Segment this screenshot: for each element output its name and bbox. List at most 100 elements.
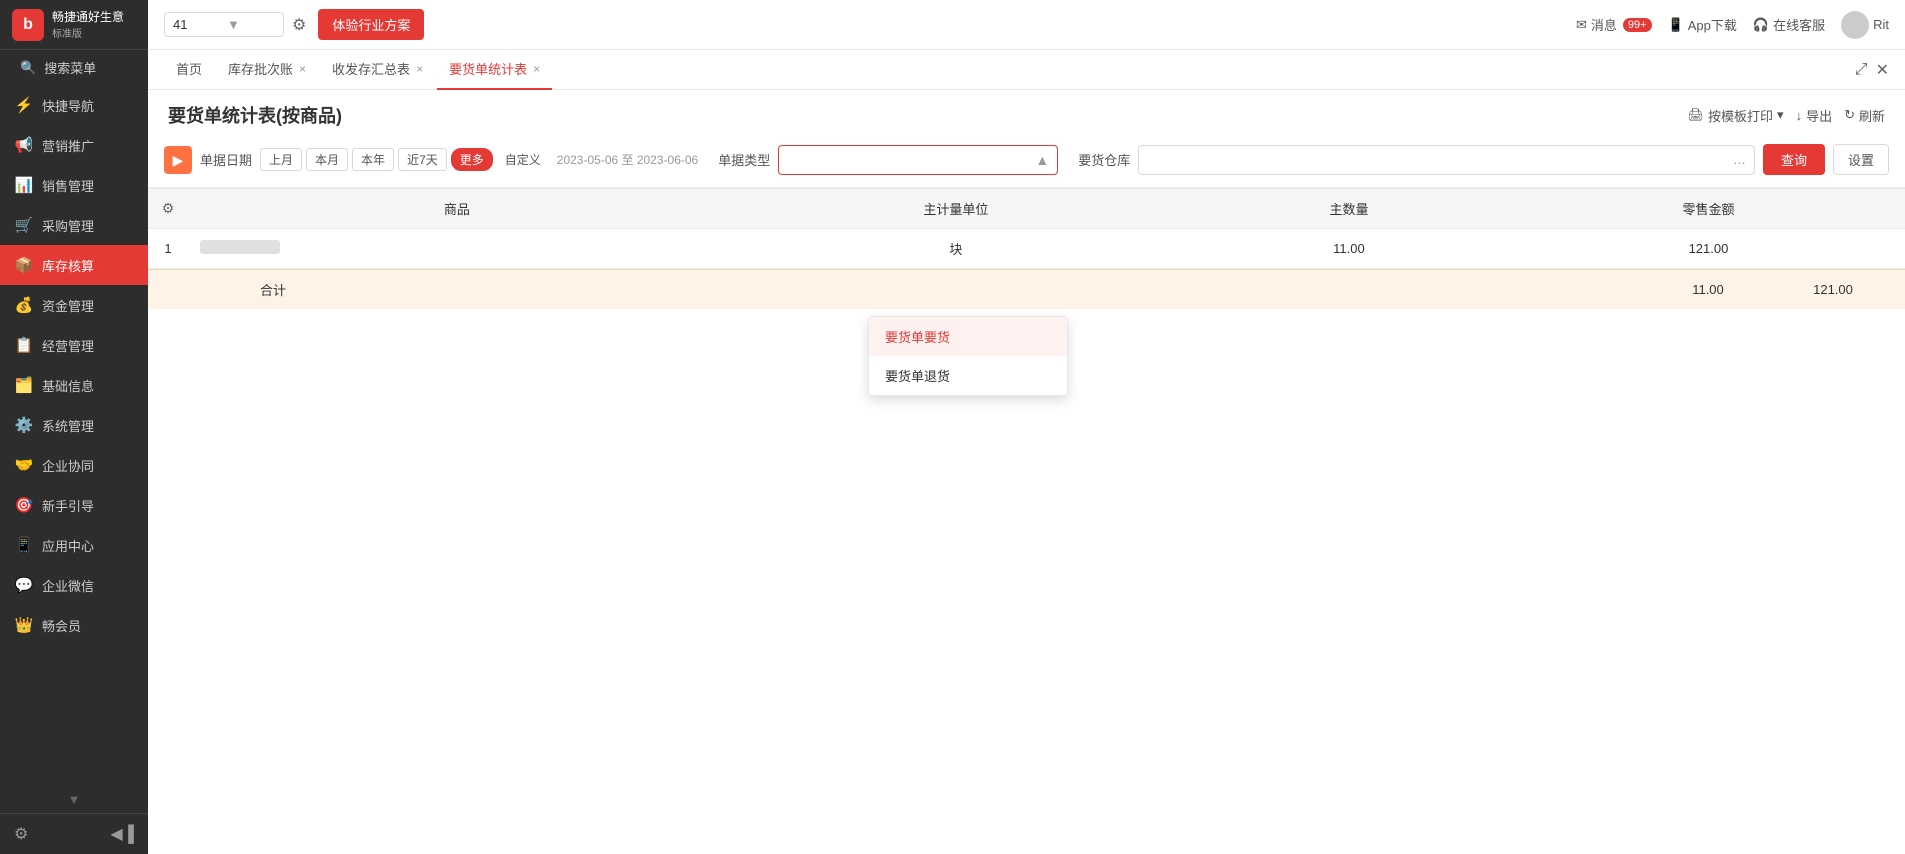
column-settings-icon[interactable]: ⚙ <box>162 200 175 216</box>
sidebar: b 畅捷通好生意 标准版 🔍 搜索菜单 ⚡ 快捷导航 📢 营销推广 📊 销售管理… <box>0 0 148 854</box>
table-container: ⚙ 商品 主计量单位 主数量 零售金额 1 块 <box>148 188 1905 269</box>
messages-button[interactable]: ✉ 消息 99+ <box>1576 15 1652 34</box>
topbar-right: ✉ 消息 99+ 📱 App下载 🎧 在线客服 Rit <box>1576 11 1889 39</box>
date-btn-custom[interactable]: 自定义 <box>497 149 549 170</box>
print-chevron-icon: ▾ <box>1777 107 1784 123</box>
sidebar-item-label: 企业微信 <box>42 576 134 595</box>
col-product-header: 商品 <box>188 189 726 229</box>
date-range-text: 2023-05-06 至 2023-06-06 <box>557 151 698 168</box>
app-download-label: App下载 <box>1688 15 1737 34</box>
setting-button[interactable]: 设置 <box>1833 144 1889 175</box>
tab-receipt-summary-label: 收发存汇总表 <box>332 59 410 78</box>
settings-icon[interactable]: ⚙ <box>14 824 28 844</box>
company-selector[interactable]: 41 ▼ <box>164 12 284 37</box>
date-filter-label: 单据日期 <box>200 150 252 169</box>
sidebar-item-quick-nav[interactable]: ⚡ 快捷导航 <box>0 85 148 125</box>
inventory-icon: 📦 <box>14 255 34 275</box>
sidebar-item-system[interactable]: ⚙️ 系统管理 <box>0 405 148 445</box>
print-label: 按模板打印 <box>1708 106 1773 125</box>
tab-inventory-batch[interactable]: 库存批次账 × <box>216 50 318 90</box>
sidebar-item-basic[interactable]: 🗂️ 基础信息 <box>0 365 148 405</box>
query-button[interactable]: 查询 <box>1763 144 1825 175</box>
sidebar-item-operations[interactable]: 📋 经营管理 <box>0 325 148 365</box>
tab-inventory-batch-label: 库存批次账 <box>228 59 293 78</box>
sidebar-item-member[interactable]: 👑 畅会员 <box>0 605 148 645</box>
warehouse-filter-input[interactable]: … <box>1138 145 1755 175</box>
sidebar-item-enterprise[interactable]: 🤝 企业协同 <box>0 445 148 485</box>
sidebar-item-label: 销售管理 <box>42 176 134 195</box>
sidebar-item-guide[interactable]: 🎯 新手引导 <box>0 485 148 525</box>
tab-order-stats[interactable]: 要货单统计表 × <box>437 50 552 90</box>
trial-button[interactable]: 体验行业方案 <box>318 9 424 40</box>
date-btn-last-7-days[interactable]: 近7天 <box>398 148 447 171</box>
type-clear-icon[interactable]: ▲ <box>1035 152 1049 168</box>
page-actions: 🖨 按模板打印 ▾ ↓ 导出 ↻ 刷新 <box>1688 106 1886 125</box>
warehouse-filter-label: 要货仓库 <box>1078 150 1130 169</box>
sidebar-item-label: 采购管理 <box>42 216 134 235</box>
sidebar-item-finance[interactable]: 💰 资金管理 <box>0 285 148 325</box>
export-label: 导出 <box>1806 106 1832 125</box>
sidebar-item-label: 畅会员 <box>42 616 134 635</box>
dropdown-item-require-return[interactable]: 要货单退货 <box>869 356 1067 395</box>
maximize-button[interactable]: ⤢ <box>1855 61 1868 79</box>
tab-receipt-summary-close[interactable]: × <box>416 62 423 76</box>
sidebar-item-label: 基础信息 <box>42 376 134 395</box>
scroll-down-indicator[interactable]: ▼ <box>0 786 148 813</box>
sidebar-item-marketing[interactable]: 📢 营销推广 <box>0 125 148 165</box>
sidebar-item-label: 经营管理 <box>42 336 134 355</box>
sidebar-logo: b 畅捷通好生意 标准版 <box>0 0 148 50</box>
tab-home[interactable]: 首页 <box>164 50 214 90</box>
print-button[interactable]: 🖨 按模板打印 ▾ <box>1688 106 1784 125</box>
date-btn-this-year[interactable]: 本年 <box>352 148 394 171</box>
date-btn-more[interactable]: 更多 <box>451 148 493 171</box>
print-icon: 🖨 <box>1688 107 1705 123</box>
tab-inventory-batch-close[interactable]: × <box>299 62 306 76</box>
sidebar-item-label: 快捷导航 <box>42 96 134 115</box>
dropdown-item-require-goods[interactable]: 要货单要货 <box>869 317 1067 356</box>
date-btn-last-month[interactable]: 上月 <box>260 148 302 171</box>
system-icon: ⚙️ <box>14 415 34 435</box>
warehouse-input-field[interactable] <box>1147 152 1729 167</box>
cell-quantity: 11.00 <box>1186 229 1512 269</box>
sidebar-item-label: 系统管理 <box>42 416 134 435</box>
filter-toggle-button[interactable]: ▶ <box>164 146 192 174</box>
online-service-button[interactable]: 🎧 在线客服 <box>1753 15 1825 34</box>
tab-order-stats-close[interactable]: × <box>533 62 540 76</box>
sidebar-item-apps[interactable]: 📱 应用中心 <box>0 525 148 565</box>
logo-icon: b <box>12 9 44 41</box>
sidebar-item-wechat[interactable]: 💬 企业微信 <box>0 565 148 605</box>
table-body: 1 块 11.00 121.00 <box>148 229 1905 269</box>
footer-amount: 121.00 <box>1773 282 1893 297</box>
dropdown-item-label: 要货单退货 <box>885 369 950 384</box>
export-button[interactable]: ↓ 导出 <box>1796 106 1833 125</box>
table-header-row: ⚙ 商品 主计量单位 主数量 零售金额 <box>148 189 1905 229</box>
sidebar-item-sales[interactable]: 📊 销售管理 <box>0 165 148 205</box>
type-input-field[interactable] <box>787 152 1035 167</box>
sidebar-item-label: 库存核算 <box>42 256 134 275</box>
online-service-label: 在线客服 <box>1773 15 1825 34</box>
basic-icon: 🗂️ <box>14 375 34 395</box>
marketing-icon: 📢 <box>14 135 34 155</box>
tab-receipt-summary[interactable]: 收发存汇总表 × <box>320 50 435 90</box>
date-btn-this-month[interactable]: 本月 <box>306 148 348 171</box>
sidebar-item-purchase[interactable]: 🛒 采购管理 <box>0 205 148 245</box>
refresh-button[interactable]: ↻ 刷新 <box>1844 106 1885 125</box>
filter-row: 单据日期 上月 本月 本年 近7天 更多 自定义 2023-05-06 至 20… <box>200 144 1889 175</box>
sidebar-search-label: 搜索菜单 <box>44 58 96 77</box>
member-icon: 👑 <box>14 615 34 635</box>
type-filter-input[interactable]: ▲ <box>778 145 1058 175</box>
guide-icon: 🎯 <box>14 495 34 515</box>
tab-order-stats-label: 要货单统计表 <box>449 59 527 78</box>
sidebar-search[interactable]: 🔍 搜索菜单 <box>0 50 148 85</box>
warehouse-more-icon[interactable]: … <box>1733 152 1746 167</box>
col-unit-header: 主计量单位 <box>726 189 1186 229</box>
app-download-button[interactable]: 📱 App下载 <box>1668 15 1737 34</box>
wechat-icon: 💬 <box>14 575 34 595</box>
sidebar-item-inventory[interactable]: 📦 库存核算 <box>0 245 148 285</box>
topbar-settings-icon[interactable]: ⚙ <box>292 15 306 35</box>
user-avatar[interactable]: Rit <box>1841 11 1889 39</box>
close-all-button[interactable]: ✕ <box>1876 60 1889 80</box>
sidebar-item-label: 应用中心 <box>42 536 134 555</box>
collapse-icon[interactable]: ◀▐ <box>110 824 134 844</box>
sales-icon: 📊 <box>14 175 34 195</box>
